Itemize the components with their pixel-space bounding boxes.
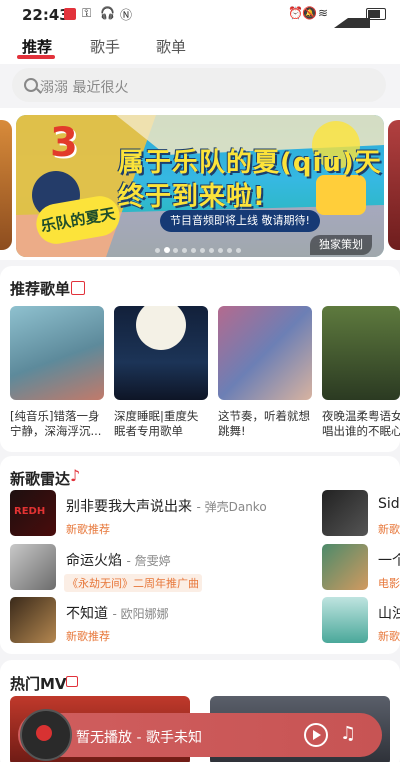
banner-number-art: 3 — [50, 120, 78, 166]
video-icon — [66, 676, 78, 687]
song-cover[interactable] — [322, 597, 368, 643]
banner-badge: 独家策划 — [310, 235, 372, 255]
nfc-icon: Ⓝ — [120, 8, 133, 22]
playlist-section-icon — [71, 281, 85, 295]
playlist-name[interactable]: 夜晚温柔粤语女 唱出谁的不眠心 — [322, 409, 400, 439]
banner-prev-peek[interactable] — [0, 120, 12, 250]
song-title-row[interactable]: 别非要我大声说出来 - 弹壳Danko — [66, 496, 267, 516]
song-tag: 新歌 — [378, 630, 400, 643]
playlist-name[interactable]: 这节奏，听着就想 跳舞! — [218, 409, 312, 439]
battery-icon — [366, 8, 386, 20]
playlist-cover[interactable] — [218, 306, 312, 400]
playlist-cover[interactable] — [114, 306, 208, 400]
song-cover[interactable]: REDH — [10, 490, 56, 536]
banner-dot[interactable] — [200, 248, 205, 253]
key-icon: ⚿ — [82, 6, 92, 20]
song-title[interactable]: 山浊 — [378, 603, 400, 623]
disc-center — [36, 725, 52, 741]
playlist-name[interactable]: [纯音乐]错落一身 宁静，深海浮沉... — [10, 409, 104, 439]
song-title[interactable]: 一个 — [378, 550, 400, 570]
song-tag: 新歌 — [378, 523, 400, 536]
search-placeholder: 溺溺 最近很火 — [40, 80, 129, 96]
song-tag: 新歌推荐 — [66, 523, 110, 536]
mute-icon: 🔕 — [302, 6, 317, 20]
player-status-text: 暂无播放 - 歌手未知 — [76, 730, 202, 746]
tab-active-indicator — [17, 55, 55, 59]
banner-dot[interactable] — [191, 248, 196, 253]
banner-dot[interactable] — [236, 248, 241, 253]
song-cover[interactable] — [10, 597, 56, 643]
mv-section-title: 热门MV — [10, 675, 67, 693]
song-tag: 《永劫无间》二周年推广曲 — [64, 574, 202, 592]
song-tag: 电影 — [378, 577, 400, 590]
song-title-row[interactable]: 命运火焰 - 詹雯婷 — [66, 550, 171, 570]
banner-next-peek[interactable] — [388, 120, 400, 250]
tab-recommend[interactable]: 推荐 — [22, 36, 52, 57]
banner-dot[interactable] — [227, 248, 232, 253]
playlist-queue-icon[interactable]: ♫ — [340, 724, 360, 744]
banner-dot[interactable] — [164, 247, 170, 253]
play-icon[interactable] — [304, 723, 328, 747]
bottom-tab-bar — [0, 762, 400, 780]
playlist-section-title: 推荐歌单 — [10, 280, 71, 298]
top-nav — [0, 30, 400, 64]
banner-dot[interactable] — [218, 248, 223, 253]
status-icons-right: ⏰ 🔕 ≋ — [288, 6, 388, 28]
song-artist: - 詹雯婷 — [126, 554, 171, 568]
wifi-icon: ≋ — [318, 6, 329, 20]
status-icons-left: ⚿ 🎧 Ⓝ — [64, 6, 144, 22]
song-tag: 新歌推荐 — [66, 630, 110, 643]
status-time: 22:43 — [22, 6, 70, 24]
song-cover[interactable] — [322, 544, 368, 590]
song-cover[interactable] — [10, 544, 56, 590]
song-title-row[interactable]: 不知道 - 欧阳娜娜 — [66, 603, 169, 623]
banner-dot[interactable] — [155, 248, 160, 253]
playlist-name[interactable]: 深度睡眠|重度失 眠者专用歌单 — [114, 409, 208, 439]
playlist-cover[interactable] — [322, 306, 400, 400]
banner-dot[interactable] — [182, 248, 187, 253]
banner-subtitle: 节目音频即将上线 敬请期待! — [160, 210, 320, 232]
song-artist: - 弹壳Danko — [196, 500, 267, 514]
new-songs-title: 新歌雷达 — [10, 470, 71, 488]
music-note-icon: ♪ — [70, 466, 81, 485]
notification-icon — [64, 8, 76, 20]
song-cover[interactable] — [322, 490, 368, 536]
search-icon — [24, 78, 38, 92]
banner-dot[interactable] — [173, 248, 178, 253]
song-artist: - 欧阳娜娜 — [112, 607, 169, 621]
headphone-icon: 🎧 — [100, 6, 115, 20]
tab-playlists[interactable]: 歌单 — [156, 36, 186, 57]
alarm-icon: ⏰ — [288, 6, 303, 20]
banner-title-line1: 属于乐队的夏(qiu)天 — [118, 148, 382, 178]
tab-singers[interactable]: 歌手 — [90, 36, 120, 57]
banner-title-line2: 终于到来啦! — [118, 182, 266, 212]
song-title[interactable]: Side — [378, 496, 400, 512]
banner-dot[interactable] — [209, 248, 214, 253]
playlist-cover[interactable] — [10, 306, 104, 400]
